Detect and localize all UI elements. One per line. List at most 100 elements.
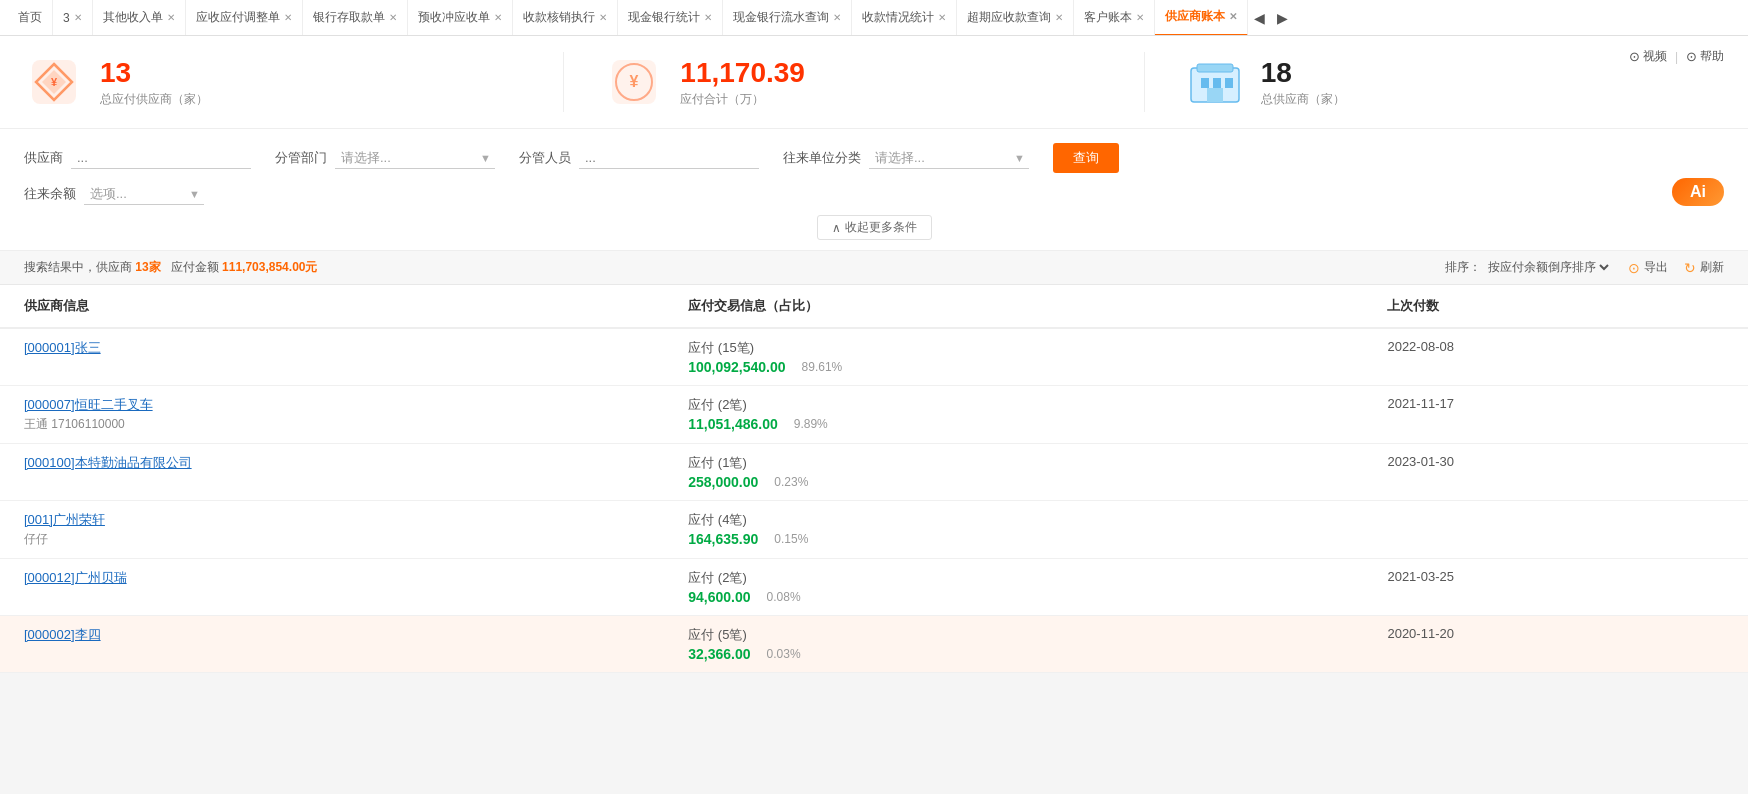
sort-select[interactable]: 按应付余额倒序排序 [1484,259,1612,275]
close-tab-customer-book[interactable]: ✕ [1136,12,1144,23]
svg-text:¥: ¥ [630,73,639,90]
collapse-button[interactable]: ∧ 收起更多条件 [817,215,932,240]
dept-filter-label: 分管部门 [275,149,327,167]
close-tab-supplier-book[interactable]: ✕ [1229,11,1237,22]
summary-item-1: ¥ 13 总应付供应商（家） [24,52,563,112]
tx-amount[interactable]: 258,000.00 [688,474,758,490]
tx-count: 应付 (4笔) [688,511,1339,529]
tx-count: 应付 (1笔) [688,454,1339,472]
nav-tab-3[interactable]: 3 ✕ [53,0,93,36]
nav-tab-overdue-ar[interactable]: 超期应收款查询 ✕ [957,0,1074,36]
supplier-info-cell: [001]广州荣轩仔仔 [0,501,664,559]
nav-tab-prepay-offset[interactable]: 预收冲应收单 ✕ [408,0,513,36]
refresh-button[interactable]: ↻ 刷新 [1684,259,1724,276]
person-filter-label: 分管人员 [519,149,571,167]
supplier-payable-icon: ¥ [24,52,84,112]
tx-count: 应付 (5笔) [688,626,1339,644]
close-tab-receipt-stat[interactable]: ✕ [938,12,946,23]
close-tab-overdue-ar[interactable]: ✕ [1055,12,1063,23]
close-tab-other-income[interactable]: ✕ [167,12,175,23]
result-info: 搜索结果中，供应商 13家 应付金额 111,703,854.00元 [24,259,317,276]
supplier-link[interactable]: [001]广州荣轩 [24,512,105,527]
nav-prev-arrow[interactable]: ◀ [1248,10,1271,26]
supplier-link[interactable]: [000007]恒旺二手叉车 [24,397,153,412]
person-filter-input[interactable] [579,147,759,169]
th-last-pay: 上次付数 [1363,285,1748,328]
sort-label: 排序： 按应付余额倒序排序 [1445,259,1612,276]
supplier-link[interactable]: [000100]本特勤油品有限公司 [24,455,192,470]
tx-amount[interactable]: 32,366.00 [688,646,750,662]
table-header-row: 供应商信息 应付交易信息（占比） 上次付数 [0,285,1748,328]
close-tab-cash-bank-stat[interactable]: ✕ [704,12,712,23]
video-icon: ⊙ [1629,49,1640,64]
svg-rect-9 [1201,78,1209,88]
link-separator: | [1675,50,1678,64]
tx-pct: 89.61% [802,360,843,374]
close-tab-prepay-offset[interactable]: ✕ [494,12,502,23]
supplier-link[interactable]: [000002]李四 [24,627,101,642]
summary-text-1: 13 总应付供应商（家） [100,56,208,109]
last-pay-cell [1363,501,1748,559]
export-button[interactable]: ⊙ 导出 [1628,259,1668,276]
nav-tab-cash-bank-flow[interactable]: 现金银行流水查询 ✕ [723,0,852,36]
balance-filter-select[interactable]: 选项... [84,183,204,205]
close-tab-3[interactable]: ✕ [74,12,82,23]
category-filter-select[interactable]: 请选择... [869,147,1029,169]
filter-balance: 往来余额 选项... ▼ [24,183,204,205]
result-actions: 排序： 按应付余额倒序排序 ⊙ 导出 ↻ 刷新 [1445,259,1724,276]
nav-tab-ar-ap-adjust[interactable]: 应收应付调整单 ✕ [186,0,303,36]
summary-text-3: 18 总供应商（家） [1261,56,1345,109]
nav-tab-home[interactable]: 首页 [8,0,53,36]
last-pay-cell: 2021-11-17 [1363,386,1748,444]
result-text: 搜索结果中，供应商 13家 应付金额 111,703,854.00元 [24,259,317,276]
supplier-filter-input[interactable] [71,147,251,169]
close-tab-bank-deposit[interactable]: ✕ [389,12,397,23]
tx-amount[interactable]: 164,635.90 [688,531,758,547]
dept-filter-select[interactable]: 请选择... [335,147,495,169]
total-suppliers-icon [1185,52,1245,112]
nav-tab-receipt-verify[interactable]: 收款核销执行 ✕ [513,0,618,36]
supplier-filter-label: 供应商 [24,149,63,167]
summary-item-2: ¥ 11,170.39 应付合计（万） [604,52,1143,112]
total-payable-amount-label: 应付合计（万） [680,91,805,108]
tx-amount[interactable]: 94,600.00 [688,589,750,605]
tx-info-cell: 应付 (2笔)94,600.000.08% [664,559,1363,616]
close-tab-receipt-verify[interactable]: ✕ [599,12,607,23]
filter-person: 分管人员 [519,147,759,169]
close-tab-cash-bank-flow[interactable]: ✕ [833,12,841,23]
refresh-icon: ↻ [1684,260,1696,276]
ai-badge[interactable]: Ai [1672,178,1724,206]
summary-text-2: 11,170.39 应付合计（万） [680,56,805,109]
supplier-info-cell: [000002]李四 [0,616,664,673]
nav-tab-bank-deposit[interactable]: 银行存取款单 ✕ [303,0,408,36]
video-link[interactable]: ⊙ 视频 [1629,48,1667,65]
nav-tab-receipt-stat[interactable]: 收款情况统计 ✕ [852,0,957,36]
table-row: [000012]广州贝瑞应付 (2笔)94,600.000.08%2021-03… [0,559,1748,616]
filter-dept: 分管部门 请选择... ▼ [275,147,495,169]
tx-info-cell: 应付 (4笔)164,635.900.15% [664,501,1363,559]
collapse-icon: ∧ [832,221,841,235]
svg-rect-8 [1197,64,1233,72]
supplier-link[interactable]: [000001]张三 [24,340,101,355]
nav-tab-cash-bank-stat[interactable]: 现金银行统计 ✕ [618,0,723,36]
query-button[interactable]: 查询 [1053,143,1119,173]
svg-rect-10 [1213,78,1221,88]
table-row: [000001]张三应付 (15笔)100,092,540.0089.61%20… [0,328,1748,386]
filter-row-2: 往来余额 选项... ▼ [24,183,1724,205]
close-tab-ar-ap-adjust[interactable]: ✕ [284,12,292,23]
help-link[interactable]: ⊙ 帮助 [1686,48,1724,65]
dept-select-wrap: 请选择... ▼ [335,147,495,169]
svg-rect-12 [1207,88,1223,102]
nav-tab-customer-book[interactable]: 客户账本 ✕ [1074,0,1155,36]
tx-info-cell: 应付 (5笔) 32,366.00 0.03% [664,616,1363,673]
supplier-link[interactable]: [000012]广州贝瑞 [24,570,127,585]
total-payable-amount-num: 11,170.39 [680,56,805,90]
tx-pct: 0.03% [767,647,801,661]
nav-tab-supplier-book[interactable]: 供应商账本 ✕ [1155,0,1248,36]
last-pay-cell: 2022-08-08 [1363,328,1748,386]
tx-amount[interactable]: 11,051,486.00 [688,416,778,432]
nav-next-arrow[interactable]: ▶ [1271,10,1294,26]
table-row: [000002]李四应付 (5笔)32,366.000.03%2020-11-2… [0,616,1748,673]
nav-tab-other-income[interactable]: 其他收入单 ✕ [93,0,186,36]
tx-amount[interactable]: 100,092,540.00 [688,359,785,375]
